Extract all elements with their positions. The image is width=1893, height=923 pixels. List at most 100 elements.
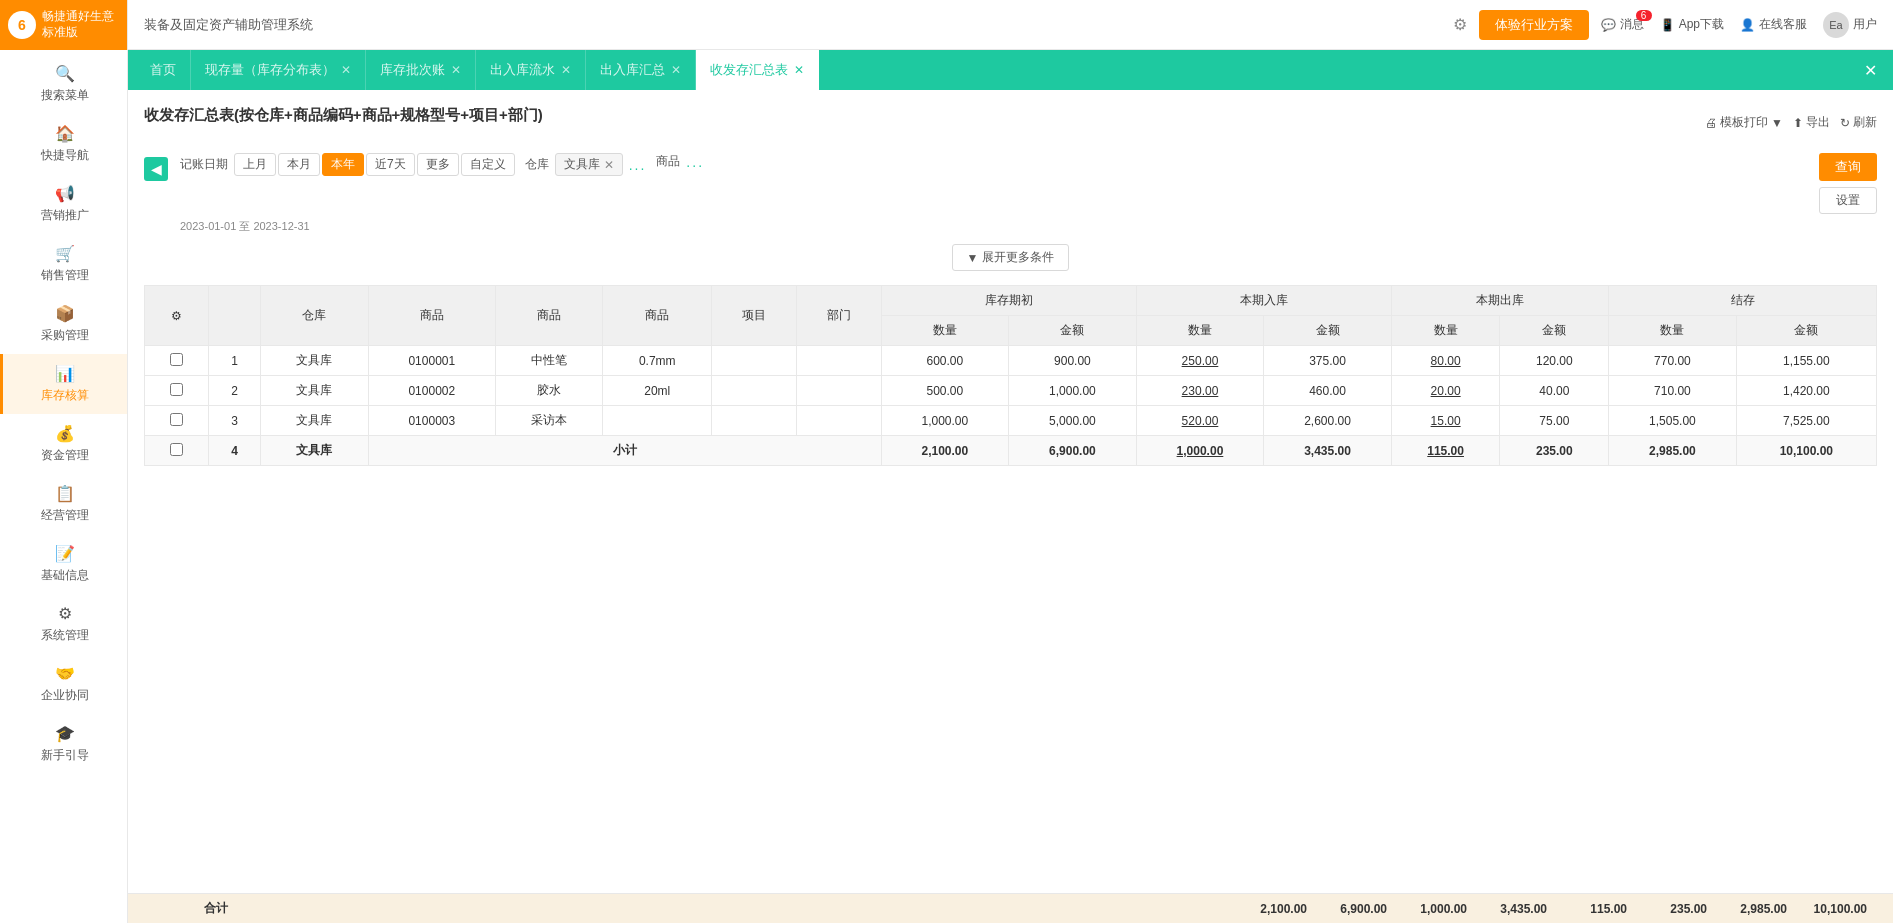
refresh-action[interactable]: ↻ 刷新 <box>1840 114 1877 131</box>
date-btn-more[interactable]: 更多 <box>417 153 459 176</box>
sidebar-item-purchase[interactable]: 📦采购管理 <box>0 294 127 354</box>
col-no-header <box>209 286 261 346</box>
col-settings-header[interactable]: ⚙ <box>145 286 209 346</box>
row-balance-amt-0: 1,155.00 <box>1736 346 1876 376</box>
query-button[interactable]: 查询 <box>1819 153 1877 181</box>
sidebar-item-stock[interactable]: 📊库存核算 <box>0 354 127 414</box>
date-btn-custom[interactable]: 自定义 <box>461 153 515 176</box>
sidebar-label-system: 系统管理 <box>41 627 89 644</box>
sidebar-item-basic[interactable]: 📝基础信息 <box>0 534 127 594</box>
total-cell-6: 2,985.00 <box>1717 902 1797 916</box>
sidebar-icon-finance: 💰 <box>55 424 75 443</box>
tab-close-batch[interactable]: ✕ <box>451 63 461 77</box>
tab-home[interactable]: 首页 <box>136 50 191 90</box>
sidebar-label-collab: 企业协同 <box>41 687 89 704</box>
collapse-button[interactable]: ◀ <box>144 157 168 181</box>
warehouse-label: 仓库 <box>525 156 549 173</box>
warehouse-tag[interactable]: 文具库 ✕ <box>555 153 623 176</box>
sidebar-item-sales[interactable]: 🛒销售管理 <box>0 234 127 294</box>
row-in-qty-2[interactable]: 520.00 <box>1136 406 1264 436</box>
tab-batch[interactable]: 库存批次账✕ <box>366 50 476 90</box>
row-in-amt-2: 2,600.00 <box>1264 406 1392 436</box>
col-in-qty-header: 数量 <box>1136 316 1264 346</box>
row-opening-amt-2: 5,000.00 <box>1009 406 1137 436</box>
row-dept-2 <box>796 406 881 436</box>
tab-close-inout-summary[interactable]: ✕ <box>671 63 681 77</box>
tab-close-inout-flow[interactable]: ✕ <box>561 63 571 77</box>
row-no-2: 3 <box>209 406 261 436</box>
data-table: ⚙ 仓库 商品 商品 商品 项目 部门 库存期初 本期入库 本期出库 结存 <box>144 285 1877 466</box>
row-spec-2 <box>603 406 712 436</box>
row-in-qty-1[interactable]: 230.00 <box>1136 376 1264 406</box>
tab-close-receive-summary[interactable]: ✕ <box>794 63 804 77</box>
sidebar-item-collab[interactable]: 🤝企业协同 <box>0 654 127 714</box>
row-opening-amt-1: 1,000.00 <box>1009 376 1137 406</box>
subtotal-row: 4 文具库 小计 2,100.00 6,900.00 1,000.00 3,43… <box>145 436 1877 466</box>
sidebar-label-marketing: 营销推广 <box>41 207 89 224</box>
date-btn-this-month[interactable]: 本月 <box>278 153 320 176</box>
date-btn-7days[interactable]: 近7天 <box>366 153 415 176</box>
subtotal-in-qty[interactable]: 1,000.00 <box>1136 436 1264 466</box>
warehouse-tag-close-icon[interactable]: ✕ <box>604 158 614 172</box>
tab-inout-flow[interactable]: 出入库流水✕ <box>476 50 586 90</box>
row-checkbox-1[interactable] <box>145 376 209 406</box>
tab-inout-summary[interactable]: 出入库汇总 ✕ <box>586 50 696 90</box>
app-download-action[interactable]: 📱 App下载 <box>1660 16 1724 33</box>
row-out-qty-1[interactable]: 20.00 <box>1391 376 1500 406</box>
settings-button[interactable]: 设置 <box>1819 187 1877 214</box>
row-warehouse-1: 文具库 <box>261 376 368 406</box>
goods-dots[interactable]: ... <box>686 154 704 170</box>
close-all-icon[interactable]: ✕ <box>1856 61 1885 80</box>
export-action[interactable]: ⬆ 导出 <box>1793 114 1830 131</box>
trial-button[interactable]: 体验行业方案 <box>1479 10 1589 40</box>
subtotal-label: 小计 <box>368 436 881 466</box>
online-service-action[interactable]: 👤 在线客服 <box>1740 16 1807 33</box>
row-balance-qty-0: 770.00 <box>1609 346 1737 376</box>
messages-action[interactable]: 💬 消息 6 <box>1601 16 1644 33</box>
subtotal-warehouse: 文具库 <box>261 436 368 466</box>
row-in-amt-1: 460.00 <box>1264 376 1392 406</box>
sidebar-item-quick-nav[interactable]: 🏠快捷导航 <box>0 114 127 174</box>
warehouse-dots[interactable]: ... <box>629 157 647 173</box>
tab-label-home: 首页 <box>150 61 176 79</box>
sidebar-icon-sales: 🛒 <box>55 244 75 263</box>
sidebar-item-guide[interactable]: 🎓新手引导 <box>0 714 127 774</box>
row-checkbox-2[interactable] <box>145 406 209 436</box>
row-checkbox-0[interactable] <box>145 346 209 376</box>
row-project-1 <box>712 376 797 406</box>
print-action[interactable]: 🖨 模板打印 ▼ <box>1705 114 1783 131</box>
sidebar-label-finance: 资金管理 <box>41 447 89 464</box>
tab-stock-dist[interactable]: 现存量（库存分布表）✕ <box>191 50 366 90</box>
tab-label-inout-summary: 出入库汇总 <box>600 61 665 79</box>
date-btn-this-year[interactable]: 本年 <box>322 153 364 176</box>
row-out-qty-2[interactable]: 15.00 <box>1391 406 1500 436</box>
col-out-qty-header: 数量 <box>1391 316 1500 346</box>
header-actions: 💬 消息 6 📱 App下载 👤 在线客服 Ea 用户 <box>1601 12 1877 38</box>
row-name-0: 中性笔 <box>496 346 603 376</box>
subtotal-out-amt: 235.00 <box>1500 436 1609 466</box>
sidebar-item-operation[interactable]: 📋经营管理 <box>0 474 127 534</box>
user-action[interactable]: Ea 用户 <box>1823 12 1877 38</box>
col-balance-amt-header: 金额 <box>1736 316 1876 346</box>
col-balance-header: 结存 <box>1609 286 1877 316</box>
gear-icon[interactable]: ⚙ <box>1453 15 1467 34</box>
expand-more-button[interactable]: ▼ 展开更多条件 <box>952 244 1070 271</box>
filter-row: ◀ 记账日期 上月 本月 本年 近7天 更多 自定义 仓库 <box>144 153 1877 214</box>
tab-receive-summary[interactable]: 收发存汇总表✕ <box>696 50 819 90</box>
expand-chevron-icon: ▼ <box>967 251 979 265</box>
tab-bar: 首页现存量（库存分布表）✕库存批次账✕出入库流水✕出入库汇总✕收发存汇总表✕✕ <box>128 50 1893 90</box>
table-wrapper: ⚙ 仓库 商品 商品 商品 项目 部门 库存期初 本期入库 本期出库 结存 <box>144 285 1877 466</box>
sidebar-item-search[interactable]: 🔍搜索菜单 <box>0 54 127 114</box>
date-btn-last-month[interactable]: 上月 <box>234 153 276 176</box>
row-in-qty-0[interactable]: 250.00 <box>1136 346 1264 376</box>
row-out-qty-0[interactable]: 80.00 <box>1391 346 1500 376</box>
subtotal-out-qty[interactable]: 115.00 <box>1391 436 1500 466</box>
total-cell-7: 10,100.00 <box>1797 902 1877 916</box>
sidebar-item-finance[interactable]: 💰 资金管理 <box>0 414 127 474</box>
col-balance-qty-header: 数量 <box>1609 316 1737 346</box>
sidebar-item-system[interactable]: ⚙系统管理 <box>0 594 127 654</box>
sidebar-item-marketing[interactable]: 📢营销推广 <box>0 174 127 234</box>
tab-close-stock-dist[interactable]: ✕ <box>341 63 351 77</box>
sidebar: 6 畅捷通好生意 标准版 🔍搜索菜单🏠快捷导航📢营销推广🛒销售管理📦采购管理📊库… <box>0 0 128 923</box>
warehouse-tag-value: 文具库 <box>564 156 600 173</box>
